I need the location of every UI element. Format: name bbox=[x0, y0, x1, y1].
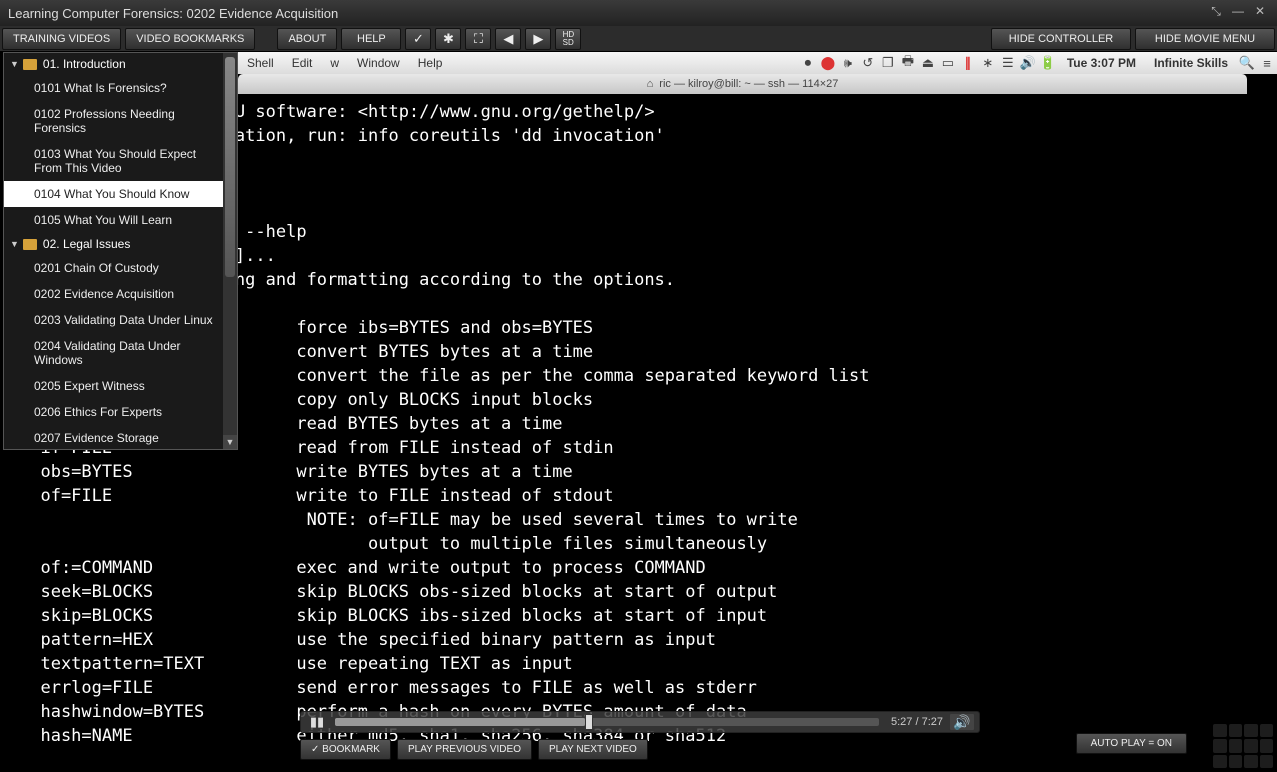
scrollbar-thumb[interactable] bbox=[225, 57, 235, 277]
volume-icon[interactable]: 🔊 bbox=[1018, 55, 1038, 71]
record-icon[interactable]: ⏺ bbox=[798, 55, 818, 71]
section-title: 02. Legal Issues bbox=[43, 237, 130, 251]
mac-menubar: Shell Edit w Window Help ⏺ ⬤ 🕪 ↺ ❐ 🖶 ⏏ ▭… bbox=[238, 52, 1277, 74]
keyboard-overlay-icon[interactable] bbox=[1213, 724, 1273, 768]
video-bookmarks-menu[interactable]: VIDEO BOOKMARKS bbox=[125, 28, 255, 50]
sidebar-item[interactable]: 0101 What Is Forensics? bbox=[4, 75, 237, 101]
mac-menu-window[interactable]: Window bbox=[348, 56, 409, 70]
window-titlebar: Learning Computer Forensics: 0202 Eviden… bbox=[0, 0, 1277, 26]
triangle-down-icon: ▼ bbox=[10, 239, 19, 249]
sidebar-item[interactable]: 0103 What You Should Expect From This Vi… bbox=[4, 141, 237, 181]
sidebar-item[interactable]: 0201 Chain Of Custody bbox=[4, 255, 237, 281]
autoplay-toggle[interactable]: AUTO PLAY = ON bbox=[1076, 733, 1187, 754]
volume-button[interactable]: 🔊 bbox=[949, 713, 975, 731]
battery-icon[interactable]: 🔋 bbox=[1038, 55, 1058, 71]
sidebar-scrollbar[interactable]: ▼ bbox=[223, 53, 237, 449]
folder-icon bbox=[23, 239, 37, 250]
home-icon: ⌂ bbox=[647, 78, 654, 90]
seek-track[interactable] bbox=[335, 718, 879, 726]
app-menubar: TRAINING VIDEOS VIDEO BOOKMARKS ABOUT HE… bbox=[0, 26, 1277, 52]
brand-text[interactable]: Infinite Skills bbox=[1145, 56, 1237, 70]
printer-icon[interactable]: 🖶 bbox=[898, 52, 918, 74]
sync-icon[interactable]: ↺ bbox=[858, 55, 878, 71]
triangle-down-icon: ▼ bbox=[10, 59, 19, 69]
seek-fill bbox=[335, 718, 585, 726]
about-menu[interactable]: ABOUT bbox=[277, 28, 337, 50]
seek-knob[interactable] bbox=[585, 714, 593, 730]
chapter-sidebar: ▼ 01. Introduction 0101 What Is Forensics?… bbox=[3, 52, 238, 450]
time-display: 5:27 / 7:27 bbox=[891, 716, 943, 728]
section-title: 01. Introduction bbox=[43, 57, 126, 71]
eject-icon[interactable]: ⏏ bbox=[918, 55, 938, 71]
minimize-button[interactable]: — bbox=[1229, 4, 1247, 22]
sidebar-item[interactable]: 0207 Evidence Storage bbox=[4, 425, 237, 449]
bluetooth-icon[interactable]: ∗ bbox=[978, 55, 998, 71]
hd-sd-icon[interactable]: HDSD bbox=[555, 28, 581, 50]
sidebar-item[interactable]: 0202 Evidence Acquisition bbox=[4, 281, 237, 307]
window-title: Learning Computer Forensics: 0202 Eviden… bbox=[8, 6, 338, 21]
mac-menu-edit[interactable]: Edit bbox=[283, 56, 322, 70]
scrollbar-down-icon[interactable]: ▼ bbox=[223, 435, 237, 449]
sidebar-item[interactable]: 0203 Validating Data Under Linux bbox=[4, 307, 237, 333]
expand-arrows-icon[interactable]: ⤡ bbox=[1207, 4, 1225, 22]
progress-bar: ▮▮ 5:27 / 7:27 🔊 bbox=[300, 711, 980, 733]
gear-icon[interactable]: ✱ bbox=[435, 28, 461, 50]
video-controller: ▮▮ 5:27 / 7:27 🔊 ✓ BOOKMARK PLAY PREVIOU… bbox=[300, 711, 980, 760]
sidebar-section-header[interactable]: ▼ 02. Legal Issues bbox=[4, 233, 237, 255]
bookmark-button[interactable]: ✓ BOOKMARK bbox=[300, 739, 391, 760]
hide-movie-menu-button[interactable]: HIDE MOVIE MENU bbox=[1135, 28, 1275, 50]
pause-icon[interactable]: ∥ bbox=[958, 55, 978, 71]
sidebar-item[interactable]: 0102 Professions Needing Forensics bbox=[4, 101, 237, 141]
prev-icon[interactable]: ◀ bbox=[495, 28, 521, 50]
close-button[interactable]: ✕ bbox=[1251, 4, 1269, 22]
terminal-titlebar: ⌂ ric — kilroy@bill: ~ — ssh — 114×27 bbox=[238, 74, 1247, 94]
sidebar-item[interactable]: 0205 Expert Witness bbox=[4, 373, 237, 399]
training-videos-menu[interactable]: TRAINING VIDEOS bbox=[2, 28, 121, 50]
hide-controller-button[interactable]: HIDE CONTROLLER bbox=[991, 28, 1131, 50]
check-icon[interactable]: ✓ bbox=[405, 28, 431, 50]
spotlight-icon[interactable]: 🔍 bbox=[1237, 55, 1257, 71]
mac-menu-view[interactable]: w bbox=[321, 56, 348, 70]
notifications-icon[interactable]: ≡ bbox=[1257, 56, 1277, 71]
sidebar-item[interactable]: 0105 What You Will Learn bbox=[4, 207, 237, 233]
terminal-title: ric — kilroy@bill: ~ — ssh — 114×27 bbox=[659, 78, 838, 90]
mac-menu-help[interactable]: Help bbox=[409, 56, 452, 70]
play-pause-button[interactable]: ▮▮ bbox=[305, 714, 329, 730]
fullscreen-icon[interactable]: ⛶ bbox=[465, 28, 491, 50]
play-previous-button[interactable]: PLAY PREVIOUS VIDEO bbox=[397, 739, 532, 760]
folder-icon bbox=[23, 59, 37, 70]
sidebar-item[interactable]: 0104 What You Should Know bbox=[4, 181, 237, 207]
sidebar-section-header[interactable]: ▼ 01. Introduction bbox=[4, 53, 237, 75]
wifi-icon[interactable]: ☰ bbox=[998, 55, 1018, 71]
display-icon[interactable]: ▭ bbox=[938, 55, 958, 71]
stop-record-icon[interactable]: ⬤ bbox=[818, 55, 838, 71]
clock-text[interactable]: Tue 3:07 PM bbox=[1058, 56, 1145, 70]
sound-pref-icon[interactable]: 🕪 bbox=[838, 55, 858, 71]
sidebar-item[interactable]: 0204 Validating Data Under Windows bbox=[4, 333, 237, 373]
box-icon[interactable]: ❐ bbox=[878, 55, 898, 71]
help-menu[interactable]: HELP bbox=[341, 28, 401, 50]
sidebar-item[interactable]: 0206 Ethics For Experts bbox=[4, 399, 237, 425]
next-icon[interactable]: ▶ bbox=[525, 28, 551, 50]
mac-menu-shell[interactable]: Shell bbox=[238, 56, 283, 70]
play-next-button[interactable]: PLAY NEXT VIDEO bbox=[538, 739, 648, 760]
